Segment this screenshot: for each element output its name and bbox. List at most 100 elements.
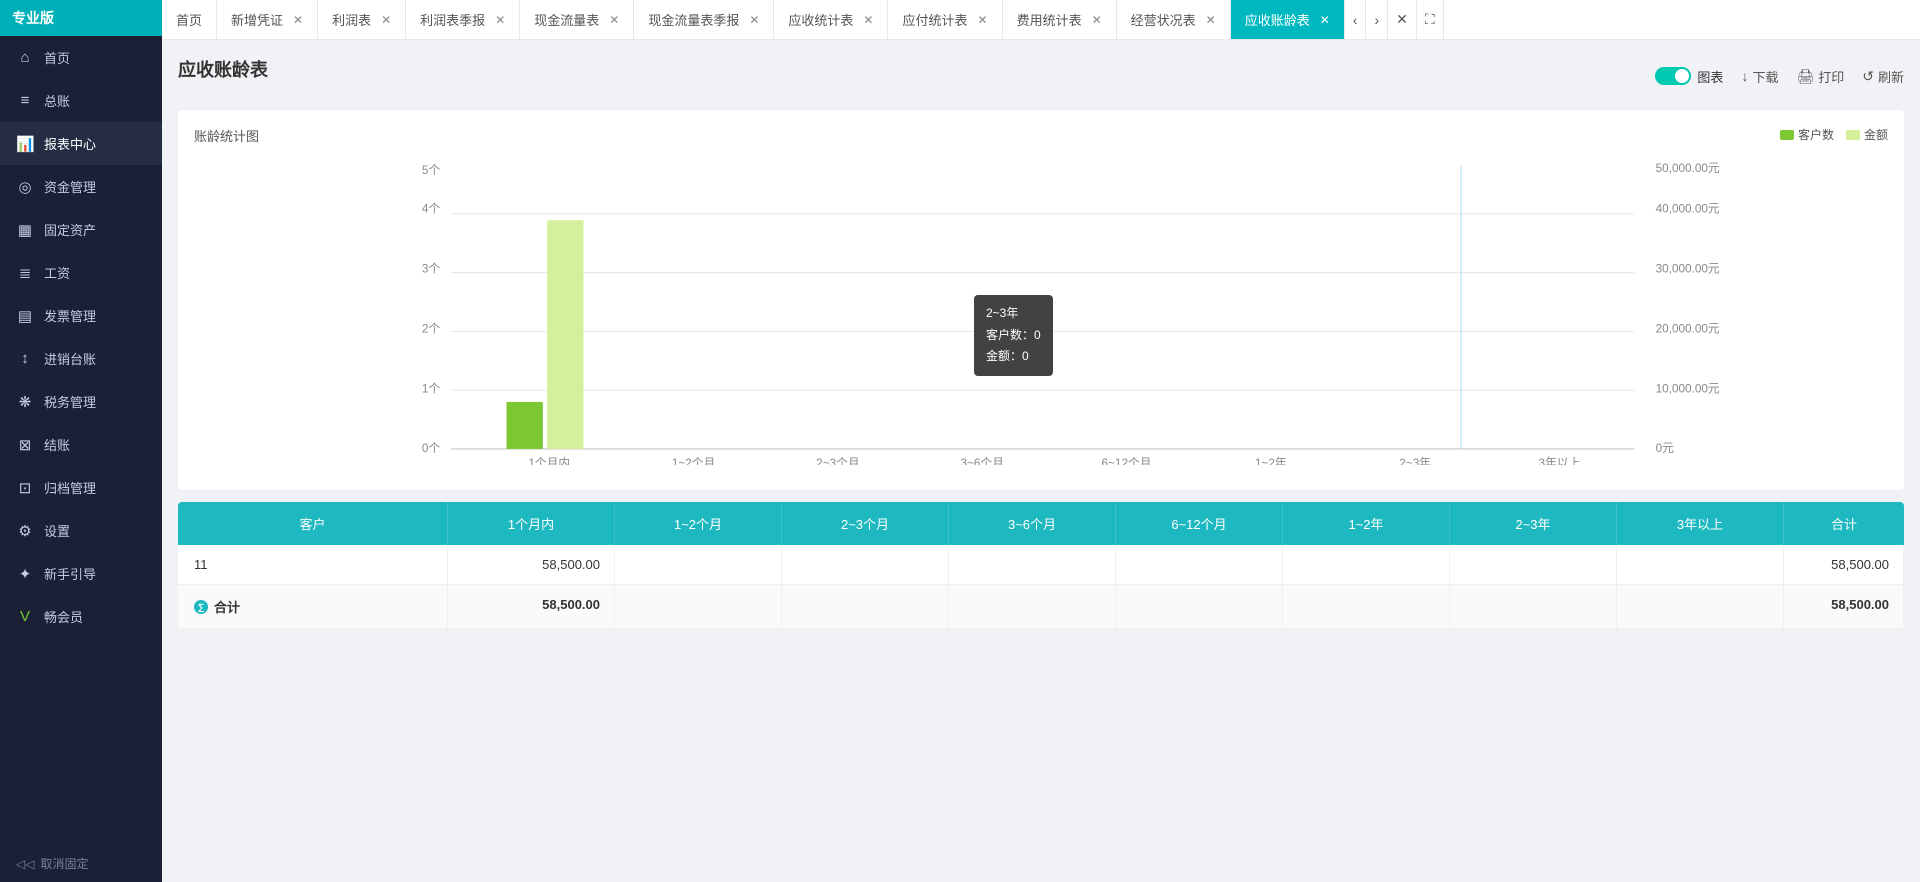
td-m1-0: 58,500.00 bbox=[448, 545, 615, 584]
sidebar-item-ledger[interactable]: ≡ 总账 bbox=[0, 79, 162, 122]
svg-text:2~3年: 2~3年 bbox=[1399, 456, 1431, 465]
toggle-label: 图表 bbox=[1697, 67, 1723, 86]
tab-close-biz-status[interactable]: ✕ bbox=[1206, 13, 1216, 27]
chart-legend: 客户数 金额 bbox=[1780, 126, 1888, 143]
td-total-y23 bbox=[1450, 585, 1617, 628]
th-m36: 3~6个月 bbox=[949, 502, 1116, 545]
tab-close-profit-q[interactable]: ✕ bbox=[495, 13, 505, 27]
svg-text:1~2年: 1~2年 bbox=[1255, 456, 1287, 465]
svg-text:4个: 4个 bbox=[422, 203, 441, 216]
toggle-track[interactable] bbox=[1655, 67, 1691, 85]
sidebar-item-assets[interactable]: ▦ 固定资产 bbox=[0, 208, 162, 251]
print-button[interactable]: 🖨 打印 bbox=[1796, 67, 1844, 86]
tab-close-voucher[interactable]: ✕ bbox=[293, 13, 303, 27]
sidebar-item-funds[interactable]: ◎ 资金管理 bbox=[0, 165, 162, 208]
td-total-y12 bbox=[1283, 585, 1450, 628]
tab-close-ar-stat[interactable]: ✕ bbox=[863, 13, 873, 27]
chart-svg: 0个 1个 2个 3个 4个 5个 0元 10,000.00元 20,000.0… bbox=[194, 155, 1888, 465]
svg-text:1~2个月: 1~2个月 bbox=[672, 457, 715, 465]
tab-nav-close-all[interactable]: ✕ bbox=[1388, 0, 1417, 39]
sidebar-item-reports[interactable]: 📊 报表中心 bbox=[0, 122, 162, 165]
svg-text:0元: 0元 bbox=[1656, 442, 1675, 455]
home-icon: ⌂ bbox=[16, 49, 34, 66]
print-icon: 🖨 bbox=[1796, 68, 1814, 85]
th-y12: 1~2年 bbox=[1283, 502, 1450, 545]
tab-cashflow[interactable]: 现金流量表 ✕ bbox=[520, 0, 634, 39]
svg-text:0个: 0个 bbox=[422, 442, 441, 455]
tab-expense[interactable]: 费用统计表 ✕ bbox=[1003, 0, 1117, 39]
salary-icon: ≣ bbox=[16, 264, 34, 282]
tab-close-profit[interactable]: ✕ bbox=[381, 13, 391, 27]
archive-icon: ⊡ bbox=[16, 479, 34, 497]
tab-nav-prev[interactable]: ‹ bbox=[1345, 0, 1367, 39]
refresh-button[interactable]: ↺ 刷新 bbox=[1862, 67, 1904, 86]
funds-icon: ◎ bbox=[16, 178, 34, 196]
ledger-icon: ≡ bbox=[16, 92, 34, 109]
th-m23: 2~3个月 bbox=[782, 502, 949, 545]
th-customer: 客户 bbox=[178, 502, 448, 545]
tab-nav-expand[interactable]: ⛶ bbox=[1417, 0, 1444, 39]
sales-icon: ↕ bbox=[16, 350, 34, 367]
tab-ar-aging[interactable]: 应收账龄表 ✕ bbox=[1231, 0, 1345, 39]
chart-toggle[interactable]: 图表 bbox=[1655, 67, 1723, 86]
tab-close-expense[interactable]: ✕ bbox=[1092, 13, 1102, 27]
tab-home[interactable]: 首页 bbox=[162, 0, 217, 39]
th-m1: 1个月内 bbox=[448, 502, 615, 545]
td-y12-0 bbox=[1283, 545, 1450, 584]
download-icon: ↓ bbox=[1741, 68, 1748, 84]
svg-text:6~12个月: 6~12个月 bbox=[1102, 457, 1152, 465]
sidebar-item-settings[interactable]: ⚙ 设置 bbox=[0, 509, 162, 552]
td-m612-0 bbox=[1116, 545, 1283, 584]
data-table: 客户 1个月内 1~2个月 2~3个月 3~6个月 6~12个月 1~2年 2~… bbox=[178, 502, 1904, 629]
tab-nav-next[interactable]: › bbox=[1366, 0, 1388, 39]
td-m23-0 bbox=[782, 545, 949, 584]
sidebar-item-member[interactable]: V 畅会员 bbox=[0, 595, 162, 638]
unpin-icon: ◁◁ bbox=[16, 857, 34, 871]
tab-close-cashflow-q[interactable]: ✕ bbox=[749, 13, 759, 27]
tab-close-ar-aging[interactable]: ✕ bbox=[1320, 13, 1330, 27]
settings-icon: ⚙ bbox=[16, 522, 34, 540]
legend-amount: 金额 bbox=[1846, 126, 1888, 143]
tab-close-cashflow[interactable]: ✕ bbox=[609, 13, 619, 27]
bar-customers-1 bbox=[507, 402, 543, 449]
legend-color-customers bbox=[1780, 130, 1794, 140]
page-title: 应收账龄表 bbox=[178, 56, 268, 82]
svg-text:10,000.00元: 10,000.00元 bbox=[1656, 382, 1720, 395]
sidebar-item-settle[interactable]: ⊠ 结账 bbox=[0, 423, 162, 466]
tab-profit-q[interactable]: 利润表季报 ✕ bbox=[406, 0, 520, 39]
td-total-m612 bbox=[1116, 585, 1283, 628]
sidebar-item-invoice[interactable]: ▤ 发票管理 bbox=[0, 294, 162, 337]
sidebar: 专业版 ⌂ 首页 ≡ 总账 📊 报表中心 ◎ 资金管理 ▦ 固定资产 ≣ 工资 … bbox=[0, 0, 162, 882]
tab-voucher[interactable]: 新增凭证 ✕ bbox=[217, 0, 318, 39]
sidebar-item-home[interactable]: ⌂ 首页 bbox=[0, 36, 162, 79]
sidebar-item-archive[interactable]: ⊡ 归档管理 bbox=[0, 466, 162, 509]
toggle-thumb bbox=[1675, 69, 1689, 83]
td-m12-0 bbox=[615, 545, 782, 584]
tab-biz-status[interactable]: 经营状况表 ✕ bbox=[1117, 0, 1231, 39]
sidebar-item-tax[interactable]: ❋ 税务管理 bbox=[0, 380, 162, 423]
sidebar-item-salary[interactable]: ≣ 工资 bbox=[0, 251, 162, 294]
sidebar-item-sales[interactable]: ↕ 进销台账 bbox=[0, 337, 162, 380]
download-button[interactable]: ↓ 下载 bbox=[1741, 67, 1778, 86]
tab-bar: 首页 新增凭证 ✕ 利润表 ✕ 利润表季报 ✕ 现金流量表 ✕ 现金流量表季报 … bbox=[162, 0, 1920, 40]
tab-ap-stat[interactable]: 应付统计表 ✕ bbox=[888, 0, 1002, 39]
content-area: 应收账龄表 图表 ↓ 下载 🖨 打印 ↺ 刷新 bbox=[162, 40, 1920, 882]
unpin-button[interactable]: ◁◁ 取消固定 bbox=[0, 845, 162, 882]
svg-text:30,000.00元: 30,000.00元 bbox=[1656, 263, 1720, 276]
app-logo: 专业版 bbox=[0, 0, 162, 36]
settle-icon: ⊠ bbox=[16, 436, 34, 454]
tab-ar-stat[interactable]: 应收统计表 ✕ bbox=[774, 0, 888, 39]
svg-text:3个: 3个 bbox=[422, 263, 441, 276]
guide-icon: ✦ bbox=[16, 565, 34, 583]
svg-text:1个: 1个 bbox=[422, 382, 441, 395]
tab-close-ap-stat[interactable]: ✕ bbox=[978, 13, 988, 27]
total-icon: ∑ bbox=[194, 600, 208, 614]
sidebar-item-guide[interactable]: ✦ 新手引导 bbox=[0, 552, 162, 595]
bar-amount-1 bbox=[547, 220, 583, 449]
chart-container: 账龄统计图 客户数 金额 0个 1个 2个 3个 4个 bbox=[178, 110, 1904, 490]
th-y23: 2~3年 bbox=[1450, 502, 1617, 545]
tab-profit[interactable]: 利润表 ✕ bbox=[318, 0, 406, 39]
refresh-icon: ↺ bbox=[1862, 68, 1874, 85]
tab-cashflow-q[interactable]: 现金流量表季报 ✕ bbox=[634, 0, 774, 39]
td-total-y3plus bbox=[1617, 585, 1784, 628]
